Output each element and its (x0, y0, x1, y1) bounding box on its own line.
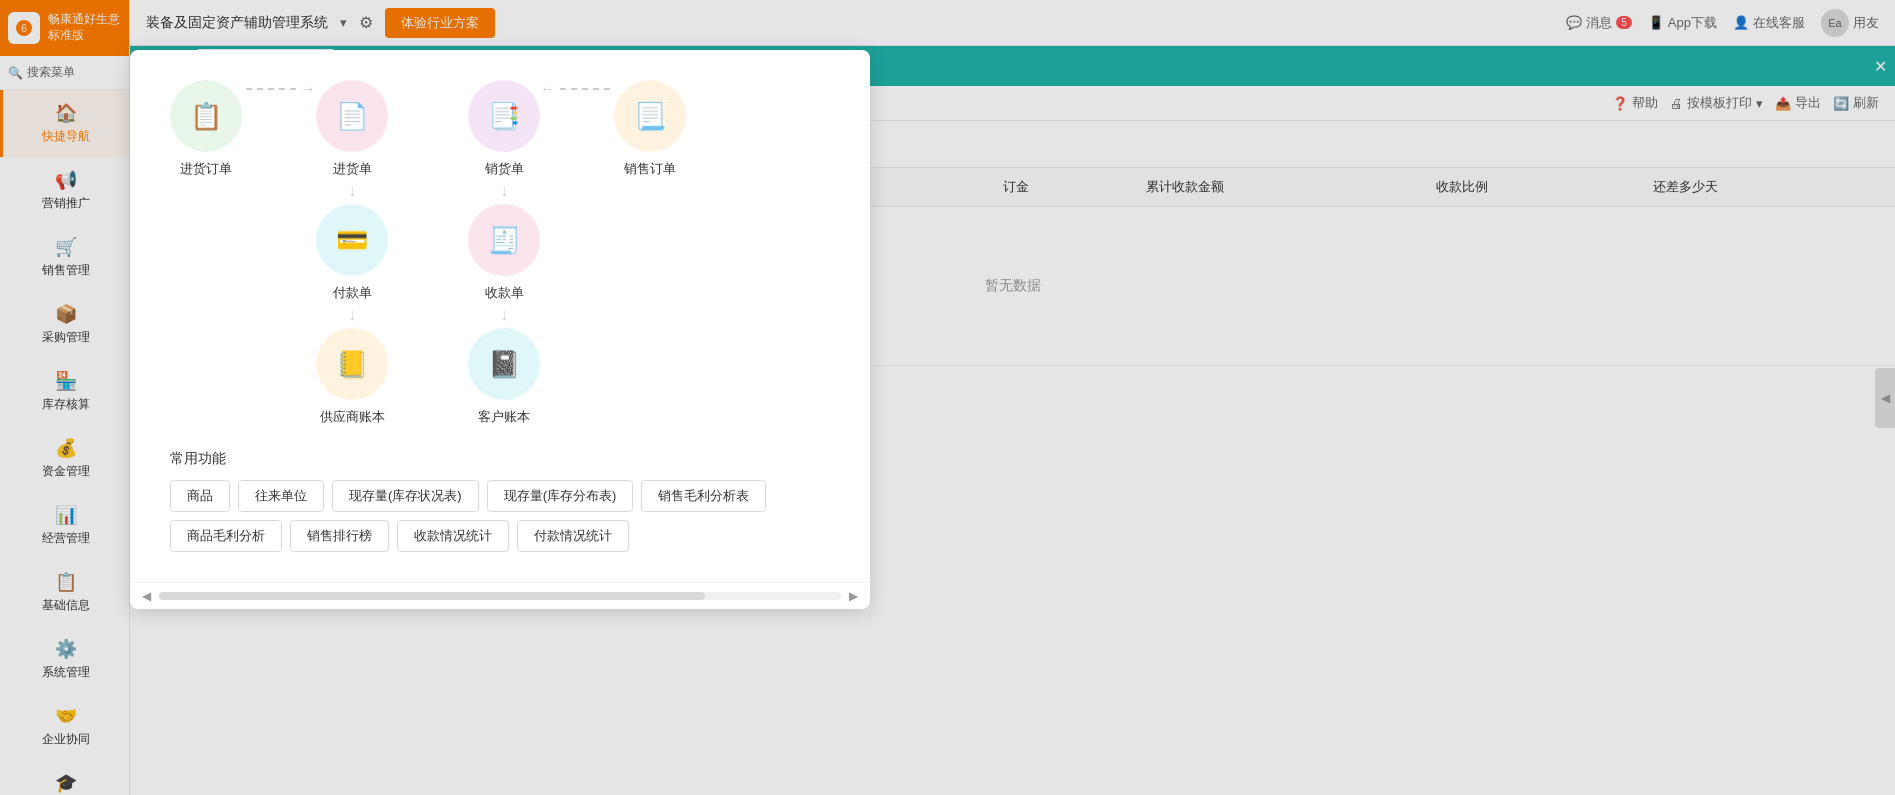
func-btn-product[interactable]: 商品 (170, 480, 230, 512)
purchase-order-icon: 📋 (190, 101, 222, 132)
func-btn-product-profit[interactable]: 商品毛利分析 (170, 520, 282, 552)
flow-label-receipt: 收款单 (485, 284, 524, 302)
flow-node-supplier-account[interactable]: 📒 (316, 328, 388, 400)
popup-content: 📋 进货订单 → 📄 进货单 ↓ (130, 50, 870, 582)
func-btn-sales-profit[interactable]: 销售毛利分析表 (641, 480, 766, 512)
flow-label-sales-bill: 销货单 (485, 160, 524, 178)
common-functions: 常用功能 商品 往来单位 现存量(库存状况表) 现存量(库存分布表) 销售毛利分… (170, 450, 830, 552)
scrollbar-track[interactable] (159, 592, 841, 600)
flow-node-purchase-bill[interactable]: 📄 (316, 80, 388, 152)
flow-node-receipt[interactable]: 🧾 (468, 204, 540, 276)
purchase-bill-icon: 📄 (336, 101, 368, 132)
func-btn-receipt-stat[interactable]: 收款情况统计 (397, 520, 509, 552)
flow-node-purchase-order[interactable]: 📋 (170, 80, 242, 152)
function-btns: 商品 往来单位 现存量(库存状况表) 现存量(库存分布表) 销售毛利分析表 商品… (170, 480, 830, 552)
payment-icon: 💳 (336, 225, 368, 256)
flow-label-supplier-account: 供应商账本 (320, 408, 385, 426)
main-content: 装备及固定资产辅助管理系统 ▾ ⚙ 体验行业方案 💬 消息 5 📱 App下载 … (130, 0, 1895, 795)
customer-icon: 📓 (488, 349, 520, 380)
flow-label-purchase-order: 进货订单 (180, 160, 232, 178)
popup-scrollbar: ◀ ▶ (130, 582, 870, 609)
supplier-icon: 📒 (336, 349, 368, 380)
func-btn-partner[interactable]: 往来单位 (238, 480, 324, 512)
func-btn-stock-dist[interactable]: 现存量(库存分布表) (487, 480, 634, 512)
scroll-right-icon[interactable]: ▶ (849, 589, 858, 603)
sales-bill-icon: 📑 (488, 101, 520, 132)
flow-node-sales-order[interactable]: 📃 (614, 80, 686, 152)
flow-node-payment[interactable]: 💳 (316, 204, 388, 276)
common-functions-title: 常用功能 (170, 450, 830, 468)
flow-label-customer-account: 客户账本 (478, 408, 530, 426)
scrollbar-thumb (159, 592, 705, 600)
flow-label-payment: 付款单 (333, 284, 372, 302)
receipt-icon: 🧾 (488, 225, 520, 256)
sales-order-icon: 📃 (634, 101, 666, 132)
popup: 📋 进货订单 → 📄 进货单 ↓ (130, 50, 870, 609)
func-btn-payment-stat[interactable]: 付款情况统计 (517, 520, 629, 552)
flow-node-sales-bill[interactable]: 📑 (468, 80, 540, 152)
func-btn-stock-status[interactable]: 现存量(库存状况表) (332, 480, 479, 512)
flow-node-customer-account[interactable]: 📓 (468, 328, 540, 400)
flow-label-purchase-bill: 进货单 (333, 160, 372, 178)
flow-label-sales-order: 销售订单 (624, 160, 676, 178)
scroll-left-icon[interactable]: ◀ (142, 589, 151, 603)
func-btn-sales-rank[interactable]: 销售排行榜 (290, 520, 389, 552)
